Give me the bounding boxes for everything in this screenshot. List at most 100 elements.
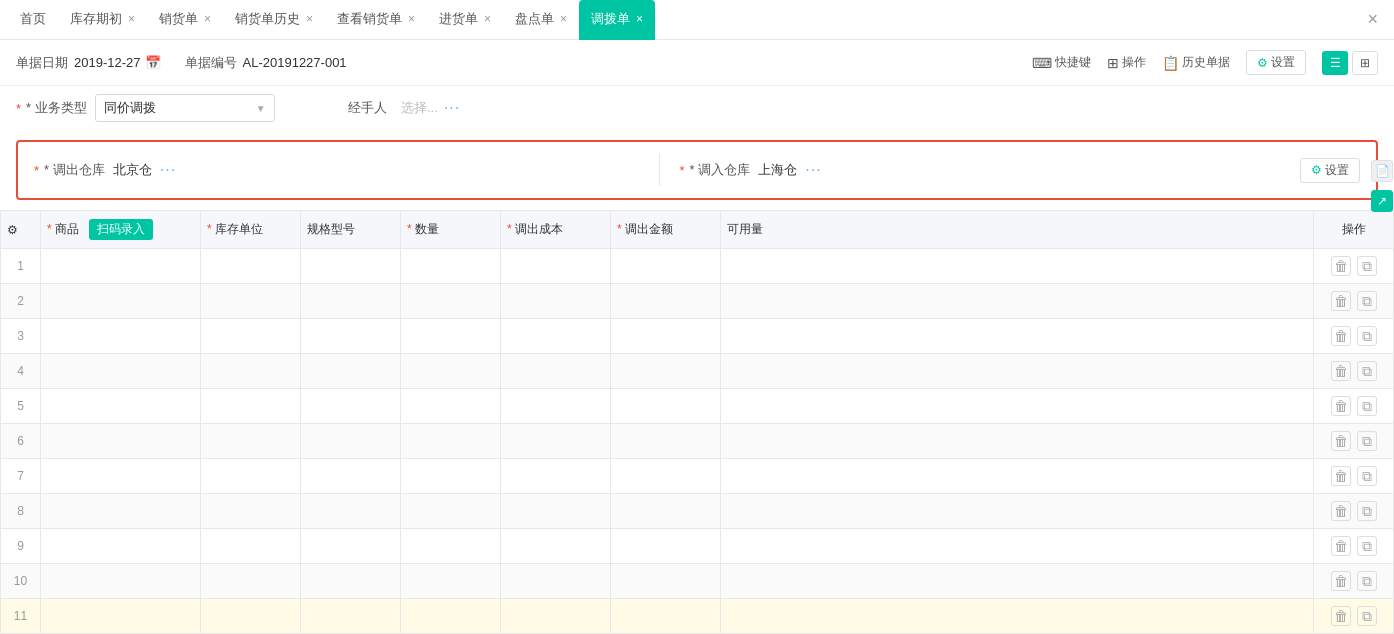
- delete-icon-1[interactable]: 🗑: [1331, 256, 1351, 276]
- row-qty-5[interactable]: [401, 389, 501, 424]
- tab-inventory-init[interactable]: 库存期初 ×: [58, 0, 147, 40]
- row-available-7[interactable]: [721, 459, 1314, 494]
- row-unit-4[interactable]: [201, 354, 301, 389]
- scan-button[interactable]: 扫码录入: [89, 219, 153, 240]
- row-product-1[interactable]: [41, 249, 201, 284]
- row-spec-5[interactable]: [301, 389, 401, 424]
- row-unit-11[interactable]: [201, 599, 301, 634]
- row-unit-9[interactable]: [201, 529, 301, 564]
- row-available-6[interactable]: [721, 424, 1314, 459]
- delete-icon-8[interactable]: 🗑: [1331, 501, 1351, 521]
- row-spec-1[interactable]: [301, 249, 401, 284]
- sidebar-export-icon[interactable]: ↗: [1371, 190, 1393, 212]
- row-spec-4[interactable]: [301, 354, 401, 389]
- row-unit-2[interactable]: [201, 284, 301, 319]
- row-qty-8[interactable]: [401, 494, 501, 529]
- tab-sales-history[interactable]: 销货单历史 ×: [223, 0, 325, 40]
- tab-stocktake[interactable]: 盘点单 ×: [503, 0, 579, 40]
- row-spec-7[interactable]: [301, 459, 401, 494]
- row-unit-3[interactable]: [201, 319, 301, 354]
- row-amount-7[interactable]: [611, 459, 721, 494]
- row-available-2[interactable]: [721, 284, 1314, 319]
- close-tab-view-sales[interactable]: ×: [408, 12, 415, 26]
- close-tab-sales-history[interactable]: ×: [306, 12, 313, 26]
- delete-icon-2[interactable]: 🗑: [1331, 291, 1351, 311]
- row-cost-11[interactable]: [501, 599, 611, 634]
- history-btn[interactable]: 📋 历史单据: [1162, 54, 1230, 71]
- row-cost-9[interactable]: [501, 529, 611, 564]
- row-cost-8[interactable]: [501, 494, 611, 529]
- row-amount-6[interactable]: [611, 424, 721, 459]
- row-product-3[interactable]: [41, 319, 201, 354]
- tab-purchase[interactable]: 进货单 ×: [427, 0, 503, 40]
- col-gear-icon[interactable]: ⚙: [7, 223, 18, 237]
- row-cost-3[interactable]: [501, 319, 611, 354]
- row-amount-1[interactable]: [611, 249, 721, 284]
- close-tab-inventory-init[interactable]: ×: [128, 12, 135, 26]
- row-product-6[interactable]: [41, 424, 201, 459]
- row-amount-11[interactable]: [611, 599, 721, 634]
- agent-select[interactable]: 选择...: [401, 99, 438, 117]
- row-product-10[interactable]: [41, 564, 201, 599]
- operations-btn[interactable]: ⊞ 操作: [1107, 54, 1146, 71]
- row-amount-4[interactable]: [611, 354, 721, 389]
- row-unit-1[interactable]: [201, 249, 301, 284]
- row-cost-7[interactable]: [501, 459, 611, 494]
- row-spec-2[interactable]: [301, 284, 401, 319]
- delete-icon-7[interactable]: 🗑: [1331, 466, 1351, 486]
- row-available-8[interactable]: [721, 494, 1314, 529]
- agent-dots-btn[interactable]: ···: [444, 99, 460, 117]
- warehouse-in-value[interactable]: 上海仓: [758, 161, 797, 179]
- row-qty-7[interactable]: [401, 459, 501, 494]
- row-qty-11[interactable]: [401, 599, 501, 634]
- row-product-4[interactable]: [41, 354, 201, 389]
- close-tab-stocktake[interactable]: ×: [560, 12, 567, 26]
- row-amount-3[interactable]: [611, 319, 721, 354]
- row-unit-5[interactable]: [201, 389, 301, 424]
- delete-icon-5[interactable]: 🗑: [1331, 396, 1351, 416]
- row-spec-10[interactable]: [301, 564, 401, 599]
- row-amount-8[interactable]: [611, 494, 721, 529]
- row-spec-8[interactable]: [301, 494, 401, 529]
- delete-icon-11[interactable]: 🗑: [1331, 606, 1351, 626]
- warehouse-out-dots[interactable]: ···: [160, 161, 176, 179]
- delete-icon-4[interactable]: 🗑: [1331, 361, 1351, 381]
- row-qty-6[interactable]: [401, 424, 501, 459]
- delete-icon-10[interactable]: 🗑: [1331, 571, 1351, 591]
- row-cost-1[interactable]: [501, 249, 611, 284]
- layout-list-button[interactable]: ☰: [1322, 51, 1348, 75]
- shortcuts-btn[interactable]: ⌨ 快捷键: [1032, 54, 1091, 71]
- tab-transfer[interactable]: 调拨单 ×: [579, 0, 655, 40]
- row-qty-3[interactable]: [401, 319, 501, 354]
- tab-view-sales[interactable]: 查看销货单 ×: [325, 0, 427, 40]
- row-cost-4[interactable]: [501, 354, 611, 389]
- row-qty-4[interactable]: [401, 354, 501, 389]
- row-unit-7[interactable]: [201, 459, 301, 494]
- row-available-1[interactable]: [721, 249, 1314, 284]
- row-available-11[interactable]: [721, 599, 1314, 634]
- row-product-2[interactable]: [41, 284, 201, 319]
- calendar-icon[interactable]: 📅: [145, 55, 161, 70]
- row-cost-6[interactable]: [501, 424, 611, 459]
- delete-icon-9[interactable]: 🗑: [1331, 536, 1351, 556]
- close-tab-transfer[interactable]: ×: [636, 12, 643, 26]
- row-available-3[interactable]: [721, 319, 1314, 354]
- row-qty-1[interactable]: [401, 249, 501, 284]
- row-cost-10[interactable]: [501, 564, 611, 599]
- row-product-11[interactable]: [41, 599, 201, 634]
- row-unit-8[interactable]: [201, 494, 301, 529]
- row-spec-9[interactable]: [301, 529, 401, 564]
- row-cost-5[interactable]: [501, 389, 611, 424]
- delete-icon-6[interactable]: 🗑: [1331, 431, 1351, 451]
- sidebar-doc-icon[interactable]: 📄: [1371, 160, 1393, 182]
- row-unit-6[interactable]: [201, 424, 301, 459]
- row-qty-10[interactable]: [401, 564, 501, 599]
- close-tab-sales-order[interactable]: ×: [204, 12, 211, 26]
- warehouse-in-dots[interactable]: ···: [805, 161, 821, 179]
- row-unit-10[interactable]: [201, 564, 301, 599]
- row-amount-5[interactable]: [611, 389, 721, 424]
- row-available-9[interactable]: [721, 529, 1314, 564]
- row-amount-9[interactable]: [611, 529, 721, 564]
- tab-home[interactable]: 首页: [8, 0, 58, 40]
- row-product-9[interactable]: [41, 529, 201, 564]
